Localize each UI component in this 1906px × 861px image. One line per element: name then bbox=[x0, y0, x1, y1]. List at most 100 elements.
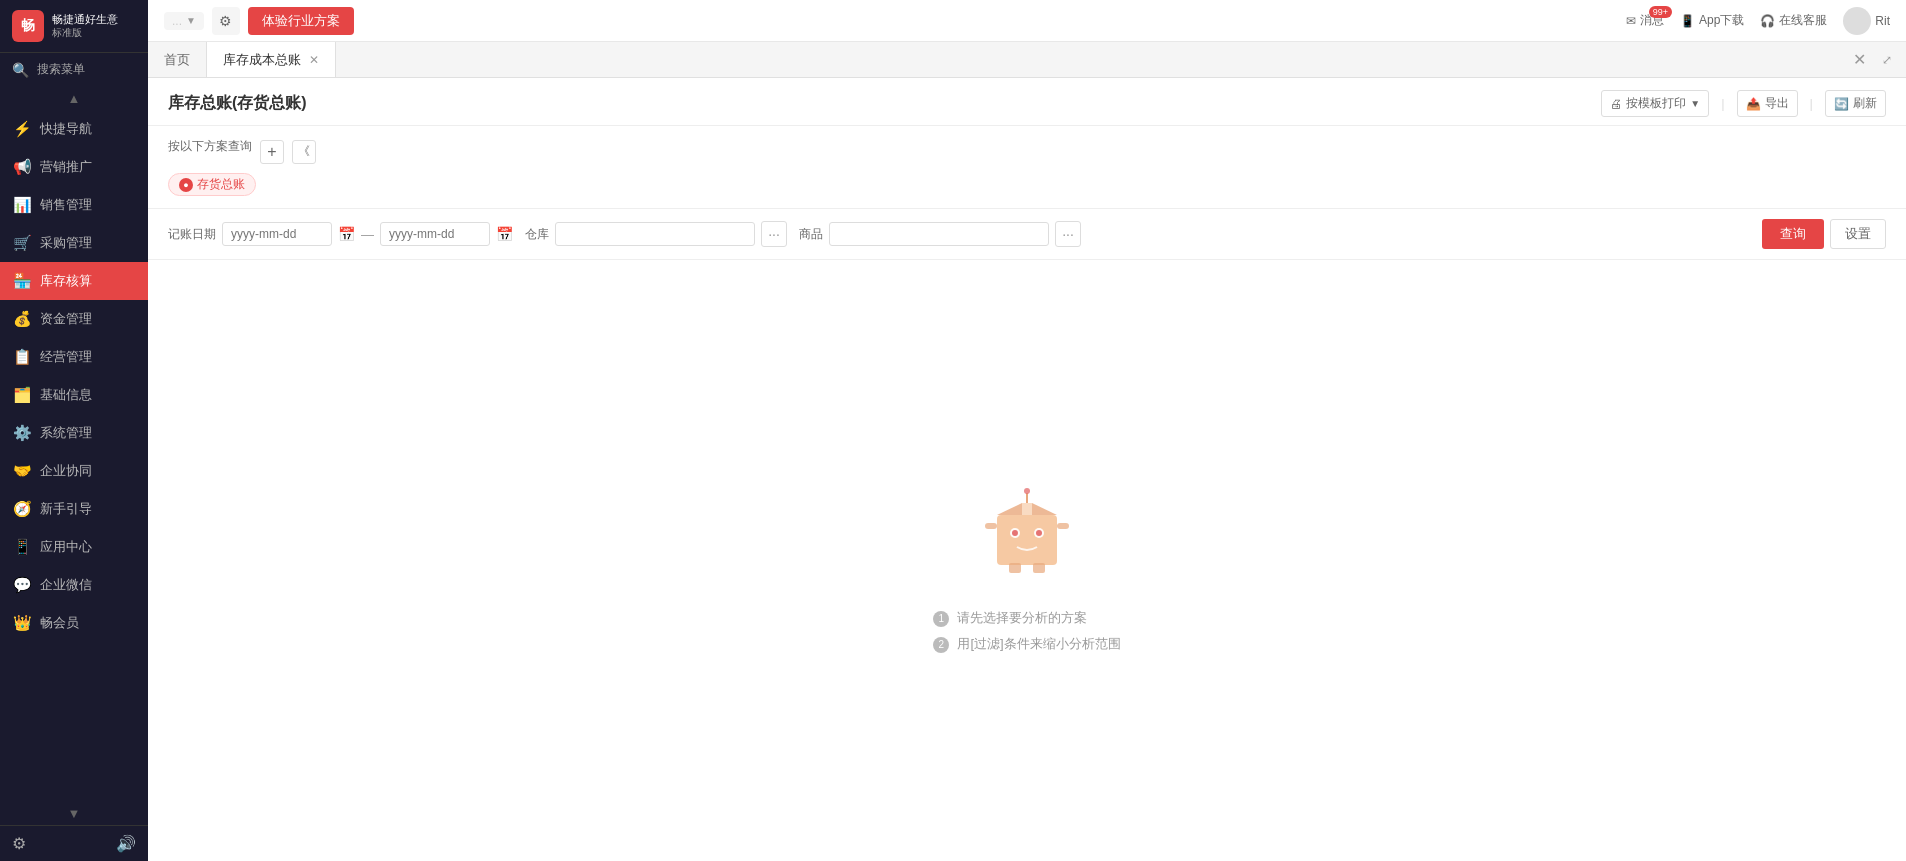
top-bar: ... ▼ ⚙ 体验行业方案 ✉ 消息 99+ 📱 App下载 🎧 在线客服 bbox=[148, 0, 1906, 42]
sidebar-item-basic-info[interactable]: 🗂️ 基础信息 bbox=[0, 376, 148, 414]
scroll-up-btn[interactable]: ▲ bbox=[0, 86, 148, 110]
tab-bar-right: ✕ ⤢ bbox=[1847, 50, 1906, 69]
svg-rect-10 bbox=[1009, 563, 1021, 573]
logo-icon: 畅 bbox=[12, 10, 44, 42]
filter-label: 按以下方案查询 bbox=[168, 138, 252, 155]
top-bar-left: ... ▼ ⚙ 体验行业方案 bbox=[164, 7, 1626, 35]
cooperation-icon: 🤝 bbox=[12, 462, 32, 480]
sales-icon: 📊 bbox=[12, 196, 32, 214]
sidebar-item-finance[interactable]: 💰 资金管理 bbox=[0, 300, 148, 338]
refresh-label: 刷新 bbox=[1853, 95, 1877, 112]
sidebar-item-cooperation[interactable]: 🤝 企业协同 bbox=[0, 452, 148, 490]
message-icon: ✉ bbox=[1626, 14, 1636, 28]
svg-rect-8 bbox=[985, 523, 997, 529]
query-actions: 查询 设置 bbox=[1762, 219, 1886, 249]
svg-rect-11 bbox=[1033, 563, 1045, 573]
app-download-btn[interactable]: 📱 App下载 bbox=[1680, 12, 1744, 29]
settings-btn[interactable]: ⚙ bbox=[12, 834, 26, 853]
sidebar-item-sales[interactable]: 📊 销售管理 bbox=[0, 186, 148, 224]
refresh-icon: 🔄 bbox=[1834, 97, 1849, 111]
breadcrumb-arrow: ▼ bbox=[186, 15, 196, 26]
filter-add-btn[interactable]: + bbox=[260, 140, 284, 164]
sidebar-item-wechat[interactable]: 💬 企业微信 bbox=[0, 566, 148, 604]
trial-button[interactable]: 体验行业方案 bbox=[248, 7, 354, 35]
date-start-input[interactable] bbox=[222, 222, 332, 246]
date-start-calendar-icon[interactable]: 📅 bbox=[338, 226, 355, 242]
print-btn[interactable]: 🖨 按模板打印 ▼ bbox=[1601, 90, 1709, 117]
cooperation-label: 企业协同 bbox=[40, 462, 92, 480]
filter-collapse-btn[interactable]: 《 bbox=[292, 140, 316, 164]
product-input[interactable] bbox=[829, 222, 1049, 246]
sidebar-item-guide[interactable]: 🧭 新手引导 bbox=[0, 490, 148, 528]
empty-illustration bbox=[967, 465, 1087, 585]
warehouse-input[interactable] bbox=[555, 222, 755, 246]
logo-text-group: 畅捷通好生意 标准版 bbox=[52, 12, 118, 40]
apps-label: 应用中心 bbox=[40, 538, 92, 556]
gear-icon: ⚙ bbox=[219, 13, 232, 29]
search-icon: 🔍 bbox=[12, 62, 29, 78]
scroll-down-btn[interactable]: ▼ bbox=[0, 801, 148, 825]
sidebar-nav: ⚡ 快捷导航 📢 营销推广 📊 销售管理 🛒 采购管理 🏪 库存核算 💰 资金管… bbox=[0, 110, 148, 801]
sidebar-item-marketing[interactable]: 📢 营销推广 bbox=[0, 148, 148, 186]
settings-button[interactable]: 设置 bbox=[1830, 219, 1886, 249]
empty-hint-1: 请先选择要分析的方案 bbox=[933, 605, 1120, 631]
gear-button[interactable]: ⚙ bbox=[212, 7, 240, 35]
user-avatar-btn[interactable]: Rit bbox=[1843, 7, 1890, 35]
sidebar-item-system[interactable]: ⚙️ 系统管理 bbox=[0, 414, 148, 452]
tab-close-btn[interactable]: ✕ bbox=[309, 53, 319, 67]
svg-rect-9 bbox=[1057, 523, 1069, 529]
tab-home-label: 首页 bbox=[164, 51, 190, 69]
basic-info-label: 基础信息 bbox=[40, 386, 92, 404]
sidebar-item-vip[interactable]: 👑 畅会员 bbox=[0, 604, 148, 642]
online-service-btn[interactable]: 🎧 在线客服 bbox=[1760, 12, 1827, 29]
sidebar-item-quick-nav[interactable]: ⚡ 快捷导航 bbox=[0, 110, 148, 148]
marketing-label: 营销推广 bbox=[40, 158, 92, 176]
sidebar: 畅 畅捷通好生意 标准版 🔍 搜索菜单 ▲ ⚡ 快捷导航 📢 营销推广 📊 销售… bbox=[0, 0, 148, 861]
sidebar-item-inventory[interactable]: 🏪 库存核算 bbox=[0, 262, 148, 300]
phone-icon: 📱 bbox=[1680, 14, 1695, 28]
product-more-btn[interactable]: ··· bbox=[1055, 221, 1081, 247]
date-end-calendar-icon[interactable]: 📅 bbox=[496, 226, 513, 242]
avatar bbox=[1843, 7, 1871, 35]
app-version: 标准版 bbox=[52, 26, 118, 40]
system-label: 系统管理 bbox=[40, 424, 92, 442]
date-separator: — bbox=[361, 227, 374, 242]
vip-label: 畅会员 bbox=[40, 614, 79, 632]
svg-point-4 bbox=[1012, 530, 1018, 536]
export-btn[interactable]: 📤 导出 bbox=[1737, 90, 1798, 117]
query-row: 记账日期 📅 — 📅 仓库 ··· 商品 ··· 查询 设置 bbox=[148, 209, 1906, 260]
sidebar-item-purchase[interactable]: 🛒 采购管理 bbox=[0, 224, 148, 262]
close-all-tabs-btn[interactable]: ✕ bbox=[1847, 50, 1872, 69]
wechat-label: 企业微信 bbox=[40, 576, 92, 594]
operations-label: 经营管理 bbox=[40, 348, 92, 366]
empty-text-list: 请先选择要分析的方案 用[过滤]条件来缩小分析范围 bbox=[933, 605, 1120, 657]
sidebar-search[interactable]: 🔍 搜索菜单 bbox=[0, 53, 148, 86]
message-badge: 99+ bbox=[1649, 6, 1672, 18]
scheme-tag[interactable]: ● 存货总账 bbox=[168, 173, 256, 196]
purchase-icon: 🛒 bbox=[12, 234, 32, 252]
tab-home[interactable]: 首页 bbox=[148, 42, 207, 77]
marketing-icon: 📢 bbox=[12, 158, 32, 176]
tab-inventory-ledger[interactable]: 库存成本总账 ✕ bbox=[207, 42, 336, 77]
query-button[interactable]: 查询 bbox=[1762, 219, 1824, 249]
sidebar-item-operations[interactable]: 📋 经营管理 bbox=[0, 338, 148, 376]
inventory-icon: 🏪 bbox=[12, 272, 32, 290]
finance-label: 资金管理 bbox=[40, 310, 92, 328]
refresh-btn[interactable]: 🔄 刷新 bbox=[1825, 90, 1886, 117]
print-label: 按模板打印 bbox=[1626, 95, 1686, 112]
expand-icon[interactable]: ⤢ bbox=[1876, 53, 1898, 67]
warehouse-more-btn[interactable]: ··· bbox=[761, 221, 787, 247]
breadcrumb: ... ▼ bbox=[164, 12, 204, 30]
breadcrumb-text: ... bbox=[172, 14, 182, 28]
sidebar-item-apps[interactable]: 📱 应用中心 bbox=[0, 528, 148, 566]
filter-bar: 按以下方案查询 + 《 ● 存货总账 bbox=[148, 126, 1906, 209]
product-label: 商品 bbox=[799, 226, 823, 243]
sales-label: 销售管理 bbox=[40, 196, 92, 214]
message-btn[interactable]: ✉ 消息 99+ bbox=[1626, 12, 1664, 29]
product-field-group: 商品 ··· bbox=[799, 221, 1081, 247]
page-title: 库存总账(存货总账) bbox=[168, 93, 307, 114]
sep2: | bbox=[1810, 96, 1813, 111]
audio-btn[interactable]: 🔊 bbox=[116, 834, 136, 853]
date-end-input[interactable] bbox=[380, 222, 490, 246]
export-label: 导出 bbox=[1765, 95, 1789, 112]
